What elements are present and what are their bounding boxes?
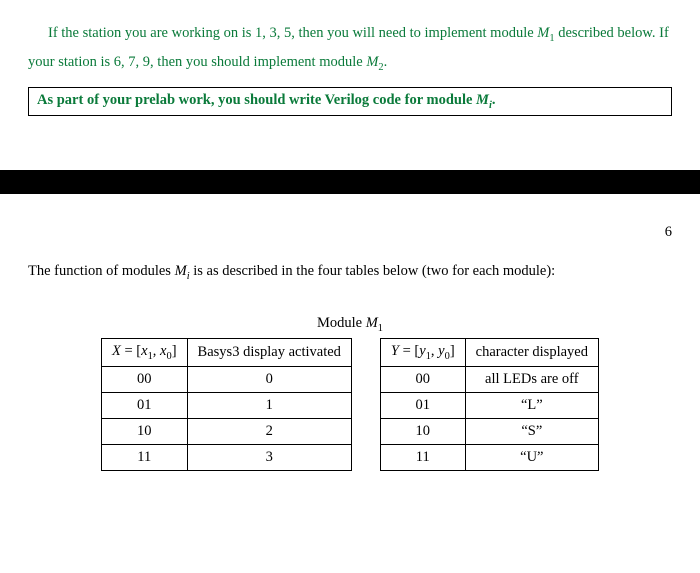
para2-sym: M	[175, 263, 187, 279]
cell: 10	[102, 418, 188, 444]
cell: 2	[187, 418, 351, 444]
box-text-a: As part of your prelab work, you should …	[37, 92, 476, 108]
table-row: 01“L”	[380, 392, 598, 418]
yh-lhs: Y	[391, 343, 399, 359]
table-row: 11“U”	[380, 444, 598, 470]
page-number: 6	[28, 224, 672, 241]
function-paragraph: The function of modules Mi is as describ…	[28, 261, 672, 285]
tabley-h2: character displayed	[465, 338, 598, 366]
table-row: 10“S”	[380, 418, 598, 444]
cell: all LEDs are off	[465, 366, 598, 392]
table-x: X = [x1, x0] Basys3 display activated 00…	[101, 338, 352, 471]
para2-b: is as described in the four tables below…	[190, 263, 556, 279]
xh-lhs: X	[112, 343, 121, 359]
table-row: 00all LEDs are off	[380, 366, 598, 392]
intro-sym1: M	[537, 25, 549, 41]
intro-text-2b: .	[384, 54, 388, 70]
cell: “U”	[465, 444, 598, 470]
yh-rb: ]	[450, 343, 455, 359]
table-row: 113	[102, 444, 352, 470]
table-row: 000	[102, 366, 352, 392]
para2-a: The function of modules	[28, 263, 175, 279]
cell: 0	[187, 366, 351, 392]
cell: 10	[380, 418, 465, 444]
cell: 1	[187, 392, 351, 418]
table-row: 011	[102, 392, 352, 418]
tabley-h1: Y = [y1, y0]	[380, 338, 465, 366]
cell: 01	[380, 392, 465, 418]
cell: 11	[102, 444, 188, 470]
cell: 01	[102, 392, 188, 418]
cell: “L”	[465, 392, 598, 418]
table-row: Y = [y1, y0] character displayed	[380, 338, 598, 366]
table-row: 102	[102, 418, 352, 444]
cell: 11	[380, 444, 465, 470]
module-title-sub: 1	[378, 323, 383, 334]
tables-row: X = [x1, x0] Basys3 display activated 00…	[28, 338, 672, 471]
tablex-h2: Basys3 display activated	[187, 338, 351, 366]
cell: 3	[187, 444, 351, 470]
intro-sym2: M	[366, 54, 378, 70]
cell: 00	[380, 366, 465, 392]
tablex-h1: X = [x1, x0]	[102, 338, 188, 366]
module-title-a: Module	[317, 315, 366, 331]
intro-text-1a: If the station you are working on is 1, …	[48, 25, 537, 41]
page-divider	[0, 170, 700, 194]
table-y: Y = [y1, y0] character displayed 00all L…	[380, 338, 599, 471]
cell: 00	[102, 366, 188, 392]
box-sym: M	[476, 92, 489, 108]
intro-sub1: 1	[549, 33, 554, 44]
cell: “S”	[465, 418, 598, 444]
box-text-b: .	[492, 92, 496, 108]
prelab-box: As part of your prelab work, you should …	[28, 87, 672, 116]
module-title: Module M1	[28, 315, 672, 334]
intro-paragraph: If the station you are working on is 1, …	[28, 20, 672, 77]
xh-rb: ]	[172, 343, 177, 359]
xh-c: ,	[153, 343, 160, 359]
module-title-sym: M	[366, 315, 378, 331]
xh-eq: = [	[121, 343, 141, 359]
yh-eq: = [	[399, 343, 419, 359]
table-row: X = [x1, x0] Basys3 display activated	[102, 338, 352, 366]
